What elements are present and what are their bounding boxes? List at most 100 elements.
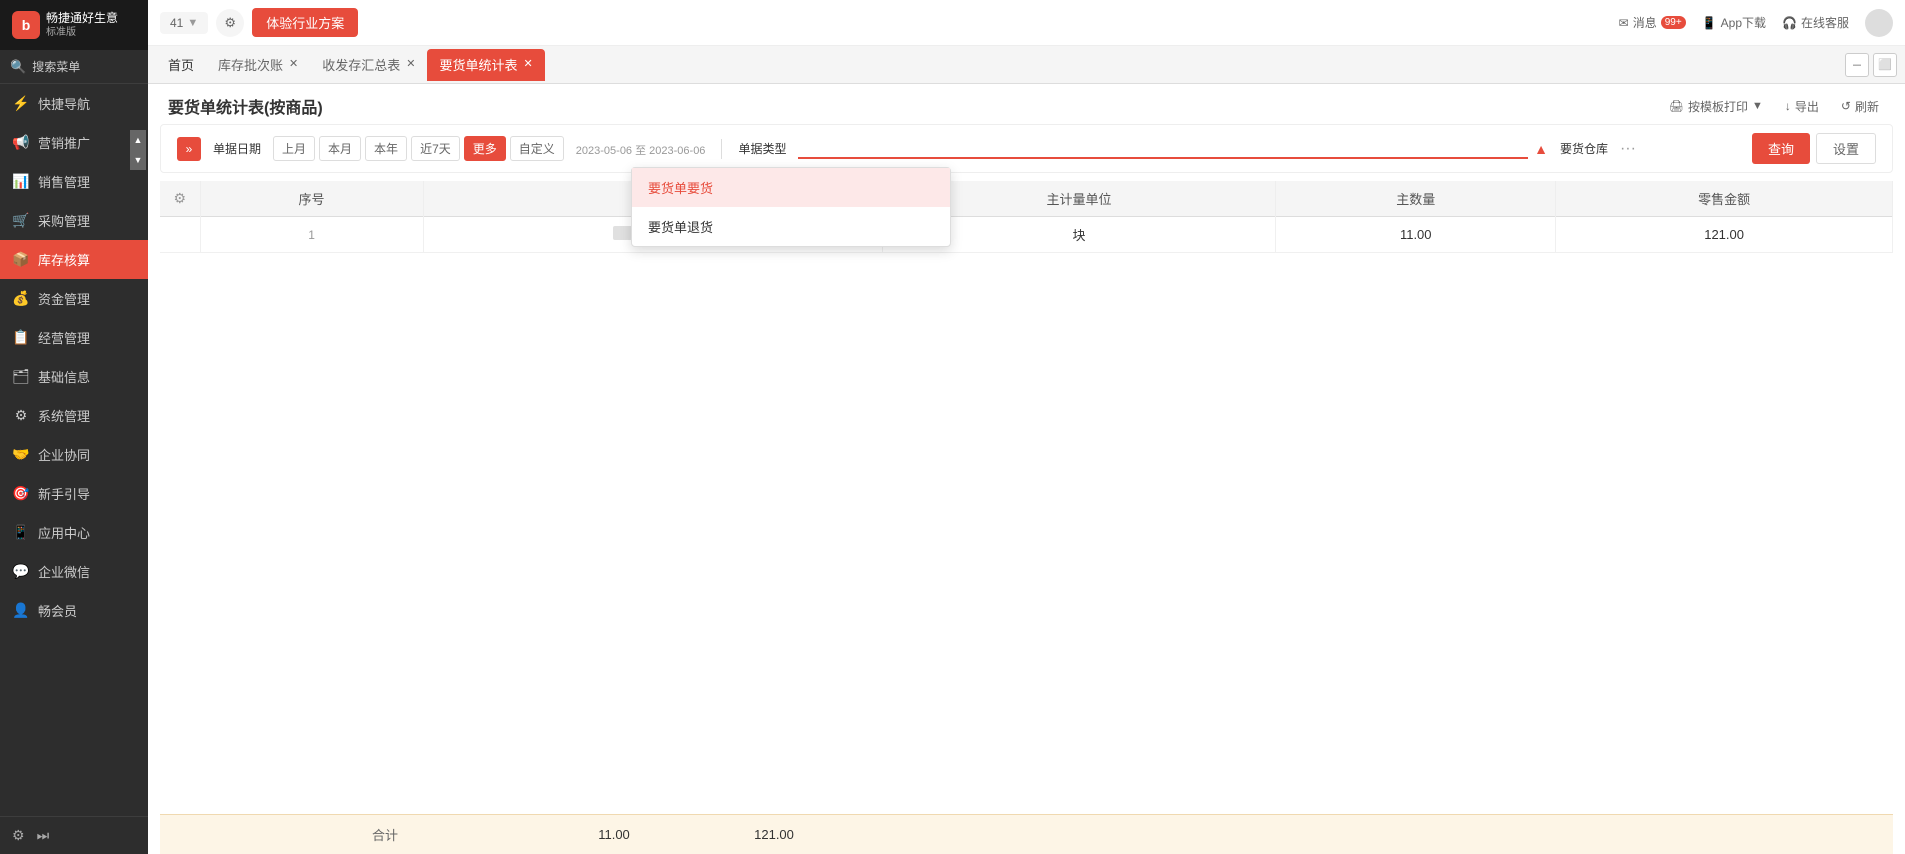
tab-close-requisition-stats[interactable]: ✕: [524, 59, 533, 70]
date-btn-7days[interactable]: 近7天: [411, 136, 460, 161]
message-icon: ✉: [1619, 16, 1629, 30]
date-btn-custom[interactable]: 自定义: [510, 136, 564, 161]
scroll-up-btn[interactable]: ▲: [130, 130, 146, 150]
tab-receive-summary[interactable]: 收发存汇总表 ✕: [310, 49, 427, 81]
tabs-controls: － ⬜: [1845, 53, 1897, 77]
quick-nav-icon: ⚡: [12, 95, 30, 112]
warehouse-more-btn[interactable]: ···: [1620, 140, 1636, 158]
footer-totals: 11.00 121.00: [414, 827, 814, 842]
sidebar-scroll: ▲ ▼: [130, 130, 146, 170]
message-btn[interactable]: ✉ 消息 99+: [1619, 14, 1686, 31]
table-footer: 合计 11.00 121.00: [160, 814, 1893, 854]
table-row: 1 块 11.00 121.00: [160, 217, 1893, 253]
row-qty-cell: 11.00: [1276, 217, 1556, 253]
query-btn[interactable]: 查询: [1752, 133, 1810, 164]
refresh-btn[interactable]: ↺ 刷新: [1835, 95, 1885, 118]
date-shortcuts: 上月 本月 本年 近7天 更多 自定义: [273, 136, 564, 161]
sales-icon: 📊: [12, 173, 30, 190]
purchase-icon: 🛒: [12, 212, 30, 229]
tab-close-inventory-batch[interactable]: ✕: [289, 59, 298, 70]
footer-amount-val: 121.00: [734, 827, 814, 842]
logo-icon: b: [12, 11, 40, 39]
row-amount-cell: 121.00: [1556, 217, 1893, 253]
sidebar-item-purchase[interactable]: 🛒 采购管理: [0, 201, 148, 240]
search-menu[interactable]: 🔍 搜索菜单: [0, 50, 148, 84]
col-amount-header: 零售金额: [1556, 181, 1893, 217]
page-title: 要货单统计表(按商品): [168, 94, 323, 118]
store-selector[interactable]: 41 ▼: [160, 12, 208, 34]
main-content: 41 ▼ ⚙ 体验行业方案 ✉ 消息 99+ 📱 App下载 🎧 在线客服: [148, 0, 1905, 854]
search-icon: 🔍: [10, 59, 26, 75]
enterprise-icon: 🤝: [12, 446, 30, 463]
export-btn[interactable]: ↓ 导出: [1779, 95, 1825, 118]
filter-separator: [721, 139, 722, 159]
topbar-left: 41 ▼ ⚙ 体验行业方案: [160, 8, 358, 37]
app-download-btn[interactable]: 📱 App下载: [1702, 14, 1766, 31]
sidebar-item-guide[interactable]: 🎯 新手引导: [0, 474, 148, 513]
col-gear-icon[interactable]: ⚙: [173, 190, 186, 206]
dropdown-item-requisition-return[interactable]: 要货单退货: [632, 207, 950, 246]
sidebar-item-system[interactable]: ⚙ 系统管理: [0, 396, 148, 435]
tabs-bar: 首页 库存批次账 ✕ 收发存汇总表 ✕ 要货单统计表 ✕ － ⬜: [148, 46, 1905, 84]
app-logo: b 畅捷通好生意 标准版: [0, 0, 148, 50]
date-btn-more[interactable]: 更多: [464, 136, 506, 161]
industry-btn[interactable]: 体验行业方案: [252, 8, 358, 37]
sidebar-item-sales[interactable]: 📊 销售管理: [0, 162, 148, 201]
phone-icon: 📱: [1702, 16, 1717, 30]
sidebar-item-enterprise[interactable]: 🤝 企业协同: [0, 435, 148, 474]
type-dropdown-btn[interactable]: ▲: [1534, 141, 1548, 157]
scroll-down-btn[interactable]: ▼: [130, 150, 146, 170]
date-filter-label: 单据日期: [213, 140, 261, 157]
collapse-icon[interactable]: ⏭: [37, 827, 50, 844]
tab-home[interactable]: 首页: [156, 49, 206, 81]
user-avatar[interactable]: [1865, 9, 1893, 37]
sidebar-item-quick-nav[interactable]: ⚡ 快捷导航: [0, 84, 148, 123]
date-btn-this-month[interactable]: 本月: [319, 136, 361, 161]
sidebar-item-finance[interactable]: 💰 资金管理: [0, 279, 148, 318]
sidebar-item-operation[interactable]: 📋 经营管理: [0, 318, 148, 357]
chevron-down-icon: ▼: [1752, 100, 1763, 112]
gear-icon: ⚙: [224, 15, 236, 31]
inventory-icon: 📦: [12, 251, 30, 268]
export-icon: ↓: [1785, 99, 1791, 113]
online-service-btn[interactable]: 🎧 在线客服: [1782, 14, 1849, 31]
page-body: 要货单统计表(按商品) 🖨 按模板打印 ▼ ↓ 导出 ↺ 刷新: [148, 84, 1905, 854]
sidebar-item-marketing[interactable]: 📢 营销推广: [0, 123, 148, 162]
tab-inventory-batch[interactable]: 库存批次账 ✕: [206, 49, 310, 81]
filter-expand-btn[interactable]: »: [177, 137, 201, 161]
refresh-icon: ↺: [1841, 99, 1851, 113]
type-dropdown-panel: 要货单要货 要货单退货: [631, 167, 951, 247]
system-icon: ⚙: [12, 407, 30, 424]
sidebar: b 畅捷通好生意 标准版 🔍 搜索菜单 ⚡ 快捷导航 📢 营销推广 📊 销售管理…: [0, 0, 148, 854]
maximize-btn[interactable]: ⬜: [1873, 53, 1897, 77]
sidebar-item-wechat[interactable]: 💬 企业微信: [0, 552, 148, 591]
filter-row: » 单据日期 上月 本月 本年 近7天 更多 自定义 2023-05-06 至 …: [177, 133, 1876, 164]
col-settings: ⚙: [160, 181, 200, 217]
settings-icon[interactable]: ⚙: [12, 827, 25, 844]
logo-text: 畅捷通好生意 标准版: [46, 11, 118, 40]
filter-bar: » 单据日期 上月 本月 本年 近7天 更多 自定义 2023-05-06 至 …: [160, 124, 1893, 173]
topbar-gear-btn[interactable]: ⚙: [216, 9, 244, 37]
basic-icon: 🗂: [12, 368, 30, 385]
print-icon: 🖨: [1669, 99, 1684, 113]
member-icon: 👤: [12, 602, 30, 619]
type-filter-input[interactable]: [798, 139, 1528, 159]
tab-close-receive-summary[interactable]: ✕: [406, 59, 415, 70]
sidebar-item-member[interactable]: 👤 畅会员: [0, 591, 148, 630]
sidebar-item-apps[interactable]: 📱 应用中心: [0, 513, 148, 552]
tab-requisition-stats[interactable]: 要货单统计表 ✕: [427, 49, 544, 81]
row-settings-cell: [160, 217, 200, 253]
dropdown-item-requisition-goods[interactable]: 要货单要货: [632, 168, 950, 207]
date-btn-prev-month[interactable]: 上月: [273, 136, 315, 161]
settings-btn[interactable]: 设置: [1816, 133, 1876, 164]
print-btn[interactable]: 🖨 按模板打印 ▼: [1663, 95, 1769, 118]
date-btn-this-year[interactable]: 本年: [365, 136, 407, 161]
warehouse-filter-label: 要货仓库: [1560, 140, 1608, 157]
date-range-display: 2023-05-06 至 2023-06-06: [576, 140, 706, 158]
type-filter-section: ▲: [798, 139, 1548, 159]
message-badge: 99+: [1661, 16, 1686, 29]
minimize-btn[interactable]: －: [1845, 53, 1869, 77]
sidebar-item-inventory[interactable]: 📦 库存核算: [0, 240, 148, 279]
sidebar-item-basic[interactable]: 🗂 基础信息: [0, 357, 148, 396]
marketing-icon: 📢: [12, 134, 30, 151]
